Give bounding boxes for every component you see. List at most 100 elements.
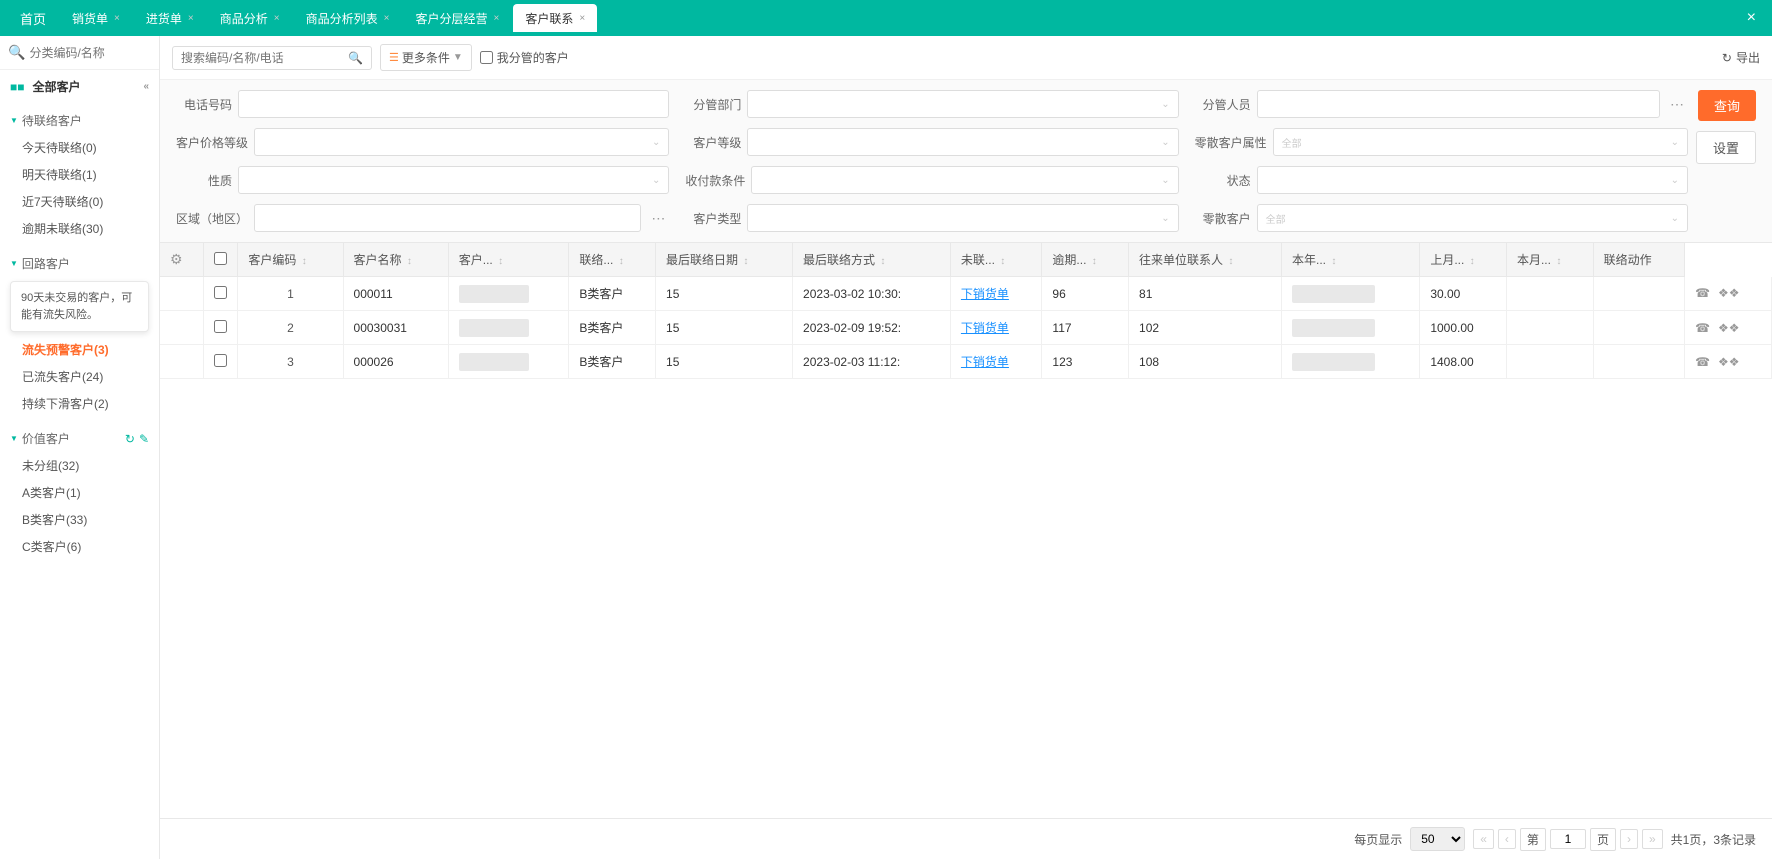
filter-phone-input[interactable] — [238, 90, 669, 118]
query-button[interactable]: 查询 — [1698, 90, 1756, 121]
row-uncontacted-0: 96 — [1042, 277, 1129, 311]
value-refresh-icon[interactable]: ↻ — [125, 432, 135, 446]
nav-tab-home[interactable]: 首页 — [8, 9, 58, 28]
row-action-1[interactable]: ☎ ❖❖ — [1685, 311, 1772, 345]
sidebar-item-overdue[interactable]: 逾期未联络(30) — [0, 215, 159, 242]
col-contact[interactable]: 联络... ↕ — [569, 243, 656, 277]
nav-tab-customer-layer[interactable]: 客户分层经营 × — [403, 4, 511, 32]
col-this-year[interactable]: 本年... ↕ — [1281, 243, 1419, 277]
first-page-button[interactable]: « — [1473, 829, 1494, 849]
row-code-2: 000026 — [343, 345, 448, 379]
filter-region-dots[interactable]: ⋯ — [647, 210, 669, 227]
export-button[interactable]: ↻ 导出 — [1722, 49, 1760, 66]
col-overdue[interactable]: 逾期... ↕ — [1042, 243, 1129, 277]
sidebar-item-churn-lost[interactable]: 已流失客户(24) — [0, 363, 159, 390]
next-page-button[interactable]: › — [1620, 829, 1638, 849]
filter-payment-select[interactable]: ⌄ — [751, 166, 1178, 194]
search-button[interactable]: 🔍 — [348, 51, 363, 65]
contact-icon-2[interactable]: ☎ — [1695, 355, 1710, 369]
my-customers-check[interactable] — [480, 51, 493, 64]
filter-panel: 电话号码 分管部门 ⌄ 分管人员 ⋯ — [160, 80, 1772, 243]
filter-customer-type-select[interactable]: ⌄ — [747, 204, 1178, 232]
page-input[interactable] — [1550, 829, 1586, 849]
sidebar-item-churn-predicted[interactable]: 流失预警客户(3) — [0, 336, 159, 363]
row-check-1[interactable] — [214, 320, 227, 333]
sidebar-item-a-class[interactable]: A类客户(1) — [0, 479, 159, 506]
close-tab-analysis[interactable]: × — [274, 13, 280, 24]
row-method-0[interactable]: 下销货单 — [950, 277, 1041, 311]
sidebar-item-tomorrow[interactable]: 明天待联络(1) — [0, 161, 159, 188]
prev-page-button[interactable]: ‹ — [1498, 829, 1516, 849]
sidebar-item-ungrouped[interactable]: 未分组(32) — [0, 452, 159, 479]
filter-price-select[interactable]: ⌄ — [254, 128, 669, 156]
contact-icon-1[interactable]: ☎ — [1695, 321, 1710, 335]
my-customers-checkbox[interactable]: 我分管的客户 — [480, 49, 569, 66]
all-customers-header[interactable]: ■■ 全部客户 « — [0, 70, 159, 103]
more-icon-1[interactable]: ❖❖ — [1718, 321, 1740, 335]
row-check-0[interactable] — [214, 286, 227, 299]
col-last-month[interactable]: 上月... ↕ — [1420, 243, 1507, 277]
col-uncontacted[interactable]: 未联... ↕ — [950, 243, 1041, 277]
row-action-0[interactable]: ☎ ❖❖ — [1685, 277, 1772, 311]
per-page-select[interactable]: 50 100 200 — [1410, 827, 1465, 851]
close-tab-analysis-list[interactable]: × — [384, 13, 390, 24]
row-checkbox-2[interactable] — [204, 345, 238, 379]
sidebar-item-week[interactable]: 近7天待联络(0) — [0, 188, 159, 215]
col-last-contact-date[interactable]: 最后联络日期 ↕ — [656, 243, 793, 277]
row-method-2[interactable]: 下销货单 — [950, 345, 1041, 379]
value-customers-title[interactable]: ▼ 价值客户 ↻ ✎ — [0, 425, 159, 452]
nav-tab-customer-contact[interactable]: 客户联系 × — [513, 4, 597, 32]
filter-retail-select[interactable]: 全部⌄ — [1257, 204, 1688, 232]
top-nav: 首页 销货单 × 进货单 × 商品分析 × 商品分析列表 × 客户分层经营 × … — [0, 0, 1772, 36]
churn-section-title[interactable]: ▼ 回路客户 — [0, 250, 159, 277]
row-check-2[interactable] — [214, 354, 227, 367]
row-action-2[interactable]: ☎ ❖❖ — [1685, 345, 1772, 379]
sidebar-item-today[interactable]: 今天待联络(0) — [0, 134, 159, 161]
filter-dept-select[interactable]: ⌄ — [747, 90, 1178, 118]
filter-nature-select[interactable]: ⌄ — [238, 166, 669, 194]
close-tab-customer-contact[interactable]: × — [579, 13, 585, 24]
close-tab-purchase[interactable]: × — [188, 13, 194, 24]
nav-tab-purchase[interactable]: 进货单 × — [134, 4, 206, 32]
row-checkbox-1[interactable] — [204, 311, 238, 345]
more-icon-0[interactable]: ❖❖ — [1718, 286, 1740, 300]
value-edit-icon[interactable]: ✎ — [139, 432, 149, 446]
pending-contact-title[interactable]: ▼ 待联络客户 — [0, 107, 159, 134]
nav-tab-sales[interactable]: 销货单 × — [60, 4, 132, 32]
churn-section: ▼ 回路客户 90天未交易的客户，可能有流失风险。 流失预警客户(3) 已流失客… — [0, 246, 159, 421]
sort-icon-this-month: ↕ — [1556, 256, 1561, 267]
filter-person-input[interactable] — [1257, 90, 1660, 118]
col-code[interactable]: 客户编码 ↕ — [238, 243, 343, 277]
close-tab-sales[interactable]: × — [114, 13, 120, 24]
search-input[interactable] — [181, 51, 344, 65]
row-unit-contact-1 — [1281, 311, 1419, 345]
gear-settings-icon[interactable]: ⚙ — [170, 251, 183, 267]
row-method-1[interactable]: 下销货单 — [950, 311, 1041, 345]
select-all-checkbox[interactable] — [214, 252, 227, 265]
col-name[interactable]: 客户名称 ↕ — [343, 243, 448, 277]
col-last-contact-method[interactable]: 最后联络方式 ↕ — [793, 243, 951, 277]
sidebar-item-b-class[interactable]: B类客户(33) — [0, 506, 159, 533]
sidebar-search-input[interactable] — [29, 46, 160, 60]
filter-settings-button[interactable]: 设置 — [1696, 131, 1756, 164]
nav-tab-analysis-list[interactable]: 商品分析列表 × — [294, 4, 402, 32]
filter-region-input[interactable] — [254, 204, 641, 232]
more-filter-button[interactable]: ☰ 更多条件 ▼ — [380, 44, 472, 71]
last-page-button[interactable]: » — [1642, 829, 1663, 849]
window-close-button[interactable]: × — [1739, 9, 1764, 27]
nav-tab-analysis[interactable]: 商品分析 × — [208, 4, 292, 32]
filter-status-select[interactable]: ⌄ — [1257, 166, 1688, 194]
col-type[interactable]: 客户... ↕ — [448, 243, 569, 277]
filter-person-dots[interactable]: ⋯ — [1666, 96, 1688, 113]
filter-retail-attr-select[interactable]: 全部⌄ — [1273, 128, 1688, 156]
more-icon-2[interactable]: ❖❖ — [1718, 355, 1740, 369]
col-unit-contact[interactable]: 往来单位联系人 ↕ — [1129, 243, 1282, 277]
contact-icon-0[interactable]: ☎ — [1695, 286, 1710, 300]
row-checkbox-0[interactable] — [204, 277, 238, 311]
sidebar-item-c-class[interactable]: C类客户(6) — [0, 533, 159, 560]
row-this-year-2: 1408.00 — [1420, 345, 1507, 379]
filter-customer-level-select[interactable]: ⌄ — [747, 128, 1178, 156]
sidebar-item-churn-declining[interactable]: 持续下滑客户(2) — [0, 390, 159, 417]
col-this-month[interactable]: 本月... ↕ — [1506, 243, 1593, 277]
close-tab-customer-layer[interactable]: × — [493, 13, 499, 24]
